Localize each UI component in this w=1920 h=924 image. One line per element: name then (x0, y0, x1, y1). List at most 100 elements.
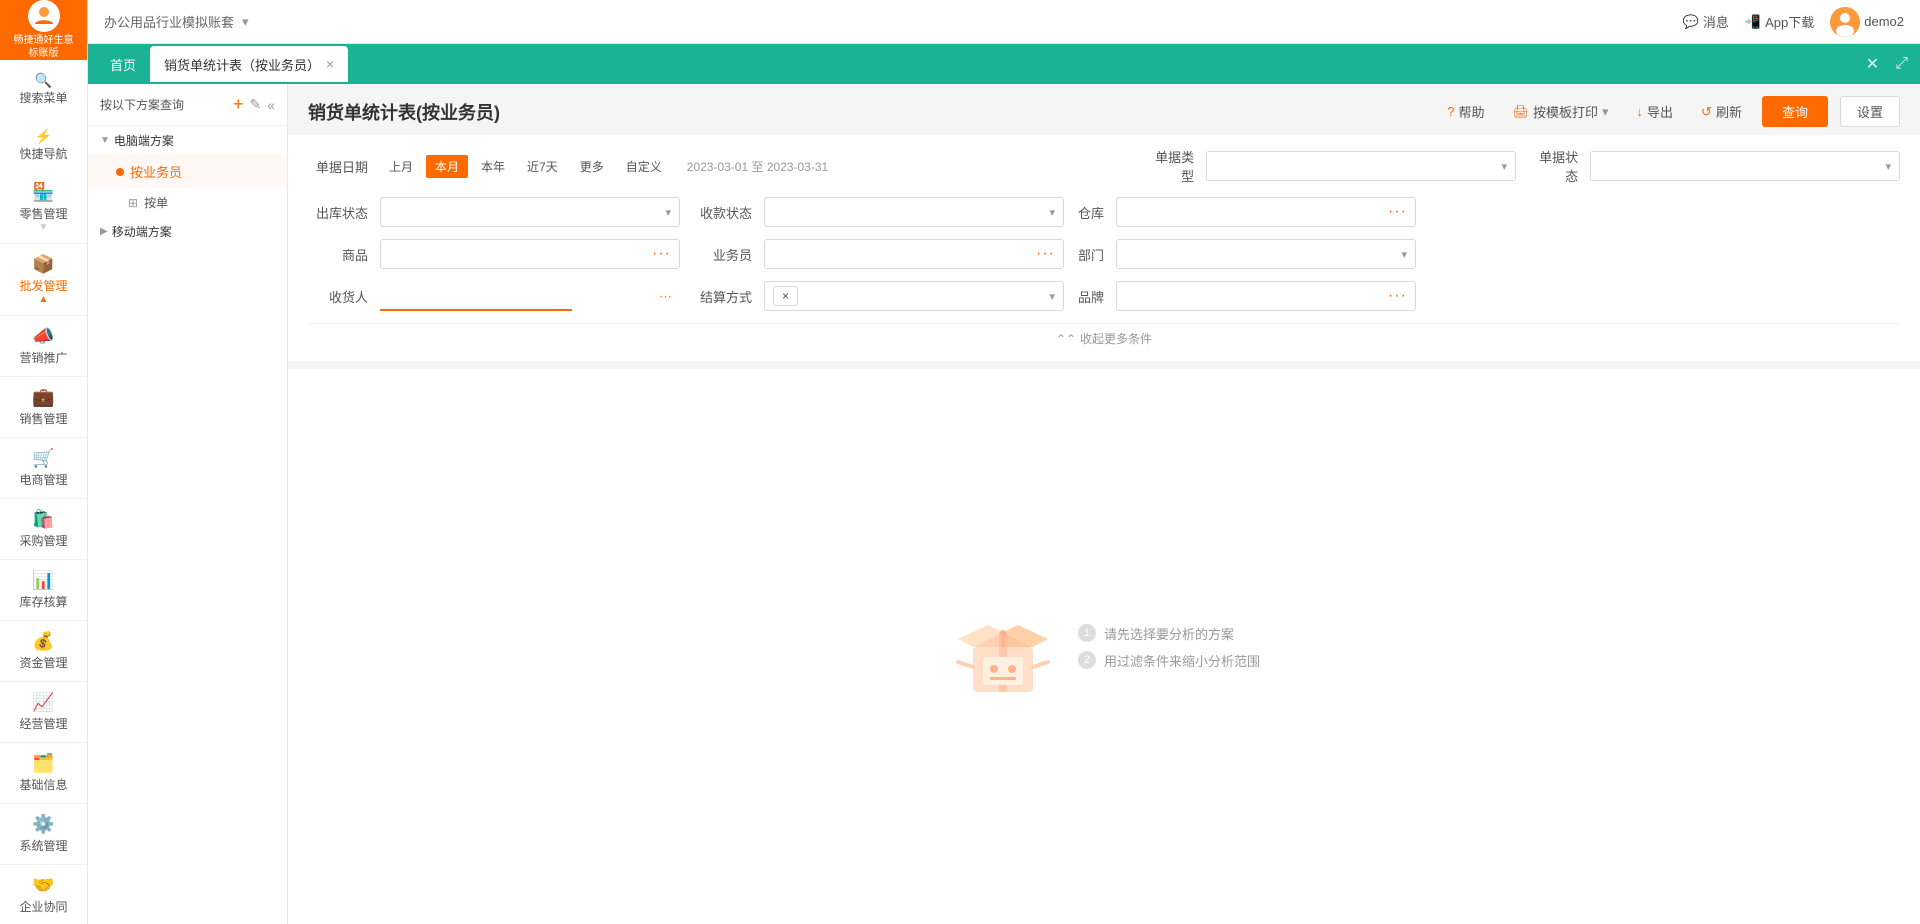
tree-group-arrow: ▼ (100, 135, 110, 146)
status-select-arrow: ▾ (1885, 160, 1891, 173)
tree-sub-item-label: 按单 (144, 194, 168, 211)
print-arrow-icon: ▾ (1602, 104, 1609, 120)
page-header: 销货单统计表(按业务员) ? 帮助 🖨 按模板打印 ▾ ↓ 导出 (288, 84, 1920, 135)
user-name: demo2 (1864, 14, 1904, 29)
content: 按以下方案查询 + ✎ « ▼ 电脑端方案 按业务员 ⊞ 按单 ▶ (88, 84, 1920, 924)
brand-select[interactable]: ··· (1116, 281, 1416, 311)
tree-group-mobile-arrow: ▶ (100, 226, 108, 237)
status-select[interactable]: ▾ (1590, 151, 1900, 181)
brand-dots: ··· (1388, 287, 1407, 305)
tree-group-mobile[interactable]: ▶ 移动端方案 (88, 217, 287, 246)
receiver-input[interactable] (380, 281, 572, 311)
salesperson-select[interactable]: ··· (764, 239, 1064, 269)
refresh-btn[interactable]: ↺ 刷新 (1693, 98, 1750, 125)
receiver-label: 收货人 (308, 287, 368, 306)
left-panel-title: 按以下方案查询 (100, 96, 184, 113)
template-print-btn[interactable]: 🖨 按模板打印 ▾ (1504, 98, 1616, 125)
sidebar: 畅捷通好生意 标账版 🔍 搜索菜单 ⚡ 快捷导航 🏪 零售管理 ▼ 📦 批发管理… (0, 0, 88, 924)
tree-item-by-salesperson[interactable]: 按业务员 (88, 155, 287, 188)
collapse-panel-icon[interactable]: « (267, 97, 275, 113)
date-tab-this-month[interactable]: 本月 (426, 155, 468, 178)
salesperson-dots: ··· (1036, 245, 1055, 263)
empty-hint-2: 2 用过滤条件来缩小分析范围 (1078, 651, 1260, 670)
tree-group-desktop[interactable]: ▼ 电脑端方案 (88, 126, 287, 155)
tab-maximize-icon[interactable]: ⤢ (1891, 53, 1912, 75)
date-tab-custom[interactable]: 自定义 (617, 155, 671, 178)
topbar-left: 办公用品行业模拟账套 ▾ (104, 12, 249, 31)
payment-select[interactable]: × ▾ (764, 281, 1064, 311)
query-button[interactable]: 查询 (1762, 96, 1828, 127)
sidebar-item-finance[interactable]: 💰 资金管理 (0, 621, 87, 682)
topbar-right: 💬 消息 📲 App下载 demo2 (1683, 7, 1904, 37)
sidebar-item-marketing[interactable]: 📣 营销推广 (0, 316, 87, 377)
page-title: 销货单统计表(按业务员) (308, 99, 500, 125)
sidebar-item-ecommerce[interactable]: 🛒 电商管理 (0, 438, 87, 499)
date-tab-this-year[interactable]: 本年 (472, 155, 514, 178)
download-icon: 📲 (1745, 14, 1761, 30)
goods-label: 商品 (308, 245, 368, 264)
collapse-arrow-icon: ⌃⌃ (1056, 332, 1076, 346)
tree-item-by-order[interactable]: ⊞ 按单 (88, 188, 287, 217)
refresh-icon: ↺ (1701, 104, 1712, 120)
add-scheme-btn[interactable]: + (233, 94, 244, 115)
topbar-app-download[interactable]: 📲 App下载 (1745, 12, 1814, 31)
sidebar-item-retail[interactable]: 🏪 零售管理 ▼ (0, 172, 87, 244)
search-menu[interactable]: 🔍 搜索菜单 (0, 60, 87, 118)
empty-hints: 1 请先选择要分析的方案 2 用过滤条件来缩小分析范围 (1078, 624, 1260, 670)
breadcrumb-dropdown-icon[interactable]: ▾ (242, 14, 249, 30)
payment-label: 结算方式 (692, 287, 752, 306)
date-tab-last-month[interactable]: 上月 (380, 155, 422, 178)
edit-scheme-icon[interactable]: ✎ (249, 96, 261, 113)
dept-select[interactable]: ▾ (1116, 239, 1416, 269)
tab-report[interactable]: 销货单统计表（按业务员） × (150, 46, 348, 82)
sidebar-item-operation[interactable]: 📈 经营管理 (0, 682, 87, 743)
sidebar-item-system[interactable]: ⚙️ 系统管理 (0, 804, 87, 865)
tree-group-mobile-label: 移动端方案 (112, 223, 172, 240)
export-btn[interactable]: ↓ 导出 (1629, 98, 1682, 125)
out-status-select[interactable]: ▾ (380, 197, 680, 227)
date-tab-last7[interactable]: 近7天 (518, 155, 567, 178)
sidebar-item-corp[interactable]: 🤝 企业协同 (0, 865, 87, 924)
left-panel-actions: + ✎ « (233, 94, 275, 115)
payment-arrow: ▾ (1049, 290, 1055, 303)
date-label: 单据日期 (308, 157, 368, 176)
goods-dots: ··· (652, 245, 671, 263)
print-icon: 🖨 (1512, 104, 1529, 120)
empty-hint-1: 1 请先选择要分析的方案 (1078, 624, 1260, 643)
filter-row-1: 单据日期 上月 本月 本年 近7天 (308, 147, 1900, 185)
salesperson-label: 业务员 (692, 245, 752, 264)
empty-state: 1 请先选择要分析的方案 2 用过滤条件来缩小分析范围 (288, 369, 1920, 924)
filter-row-2: 出库状态 ▾ 收款状态 ▾ 仓库 ··· (308, 197, 1900, 227)
right-panel: 销货单统计表(按业务员) ? 帮助 🖨 按模板打印 ▾ ↓ 导出 (288, 84, 1920, 924)
date-tabs: 上月 本月 本年 近7天 更多 (380, 155, 671, 178)
setting-button[interactable]: 设置 (1840, 96, 1900, 127)
sidebar-item-inventory[interactable]: 📊 库存核算 (0, 560, 87, 621)
tree-group-label-text: 电脑端方案 (114, 132, 174, 149)
receiver-dots[interactable]: ··· (659, 289, 672, 304)
collapse-filters-btn[interactable]: ⌃⌃ 收起更多条件 (308, 323, 1900, 353)
tab-home-label: 首页 (110, 55, 136, 74)
status-label: 单据状态 (1528, 147, 1578, 185)
warehouse-select[interactable]: ··· (1116, 197, 1416, 227)
topbar-user[interactable]: demo2 (1830, 7, 1904, 37)
sidebar-item-wholesale[interactable]: 📦 批发管理 ▲ (0, 244, 87, 316)
tab-close-all-icon[interactable]: ✕ (1862, 52, 1883, 76)
collect-status-select[interactable]: ▾ (764, 197, 1064, 227)
help-btn[interactable]: ? 帮助 (1439, 98, 1492, 125)
topbar-message[interactable]: 💬 消息 (1683, 12, 1729, 31)
tab-home[interactable]: 首页 (96, 46, 150, 82)
tab-report-close[interactable]: × (326, 57, 334, 71)
sidebar-quick-nav[interactable]: ⚡ 快捷导航 (0, 118, 87, 172)
hint-num-2: 2 (1078, 651, 1096, 669)
goods-select[interactable]: ··· (380, 239, 680, 269)
date-tab-more[interactable]: 更多 (571, 155, 613, 178)
sidebar-item-purchase[interactable]: 🛍️ 采购管理 (0, 499, 87, 560)
app-logo: 畅捷通好生意 标账版 (0, 0, 88, 60)
payment-tag-close[interactable]: × (782, 289, 789, 303)
out-status-label: 出库状态 (308, 203, 368, 222)
sidebar-item-sales[interactable]: 💼 销售管理 (0, 377, 87, 438)
left-panel: 按以下方案查询 + ✎ « ▼ 电脑端方案 按业务员 ⊞ 按单 ▶ (88, 84, 288, 924)
sidebar-item-basic[interactable]: 🗂️ 基础信息 (0, 743, 87, 804)
dept-arrow: ▾ (1401, 248, 1407, 261)
type-select[interactable]: ▾ (1206, 151, 1516, 181)
